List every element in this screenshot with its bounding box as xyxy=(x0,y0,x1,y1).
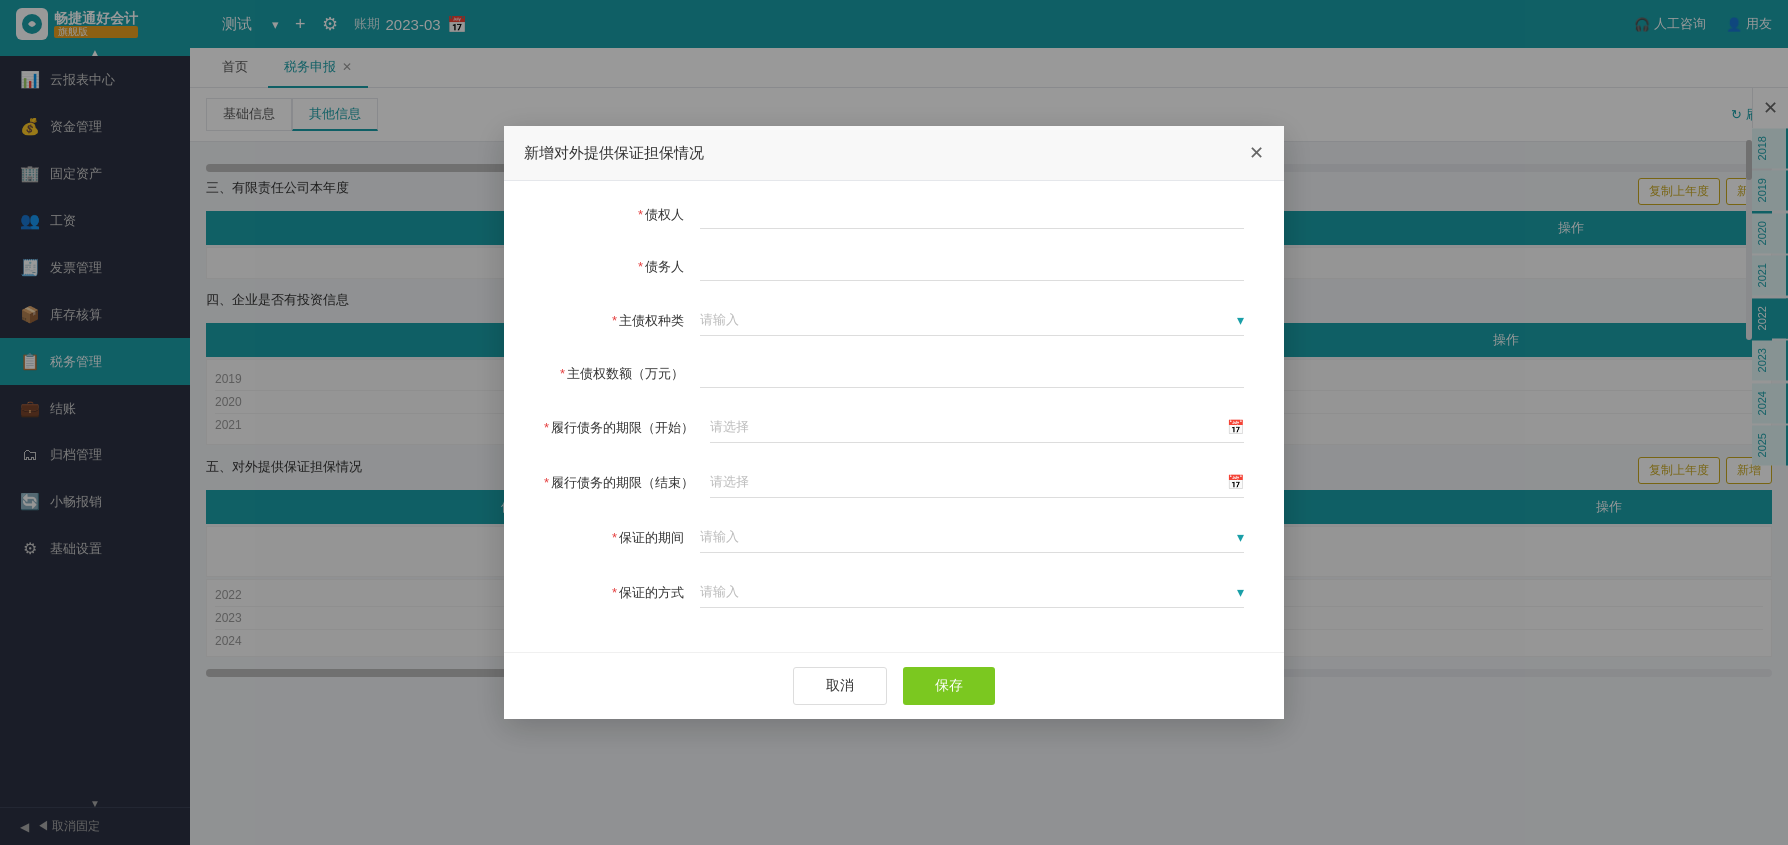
guarantee-method-label: *保证的方式 xyxy=(544,584,684,602)
claim-type-placeholder: 请输入 xyxy=(700,311,739,329)
debt-start-label: *履行债务的期限（开始） xyxy=(544,419,694,437)
dialog-title: 新增对外提供保证担保情况 xyxy=(524,144,704,163)
required-mark: * xyxy=(612,313,617,328)
form-row-claim-type: *主债权种类 请输入 ▾ xyxy=(544,305,1244,336)
dialog-header: 新增对外提供保证担保情况 ✕ xyxy=(504,126,1284,181)
form-row-guarantee-method: *保证的方式 请输入 ▾ xyxy=(544,577,1244,608)
modal-overlay[interactable]: 新增对外提供保证担保情况 ✕ *债权人 *债务人 * xyxy=(0,0,1788,845)
debt-start-picker[interactable]: 请选择 📅 xyxy=(710,412,1244,443)
creditor-label: *债权人 xyxy=(544,206,684,224)
required-mark: * xyxy=(638,259,643,274)
cancel-button[interactable]: 取消 xyxy=(793,667,887,705)
guarantee-period-placeholder: 请输入 xyxy=(700,528,739,546)
required-mark: * xyxy=(544,475,549,490)
debt-start-calendar-icon: 📅 xyxy=(1227,419,1244,435)
debt-end-placeholder: 请选择 xyxy=(710,473,749,491)
claim-type-label: *主债权种类 xyxy=(544,312,684,330)
creditor-input[interactable] xyxy=(700,201,1244,229)
debt-end-label: *履行债务的期限（结束） xyxy=(544,474,694,492)
form-row-debtor: *债务人 xyxy=(544,253,1244,281)
save-button[interactable]: 保存 xyxy=(903,667,995,705)
dialog-footer: 取消 保存 xyxy=(504,652,1284,719)
dialog-body: *债权人 *债务人 *主债权种类 请输入 ▾ xyxy=(504,181,1284,652)
claim-amount-label: *主债权数额（万元） xyxy=(544,365,684,383)
required-mark: * xyxy=(612,585,617,600)
guarantee-method-placeholder: 请输入 xyxy=(700,583,739,601)
guarantee-period-select[interactable]: 请输入 ▾ xyxy=(700,522,1244,553)
debt-end-calendar-icon: 📅 xyxy=(1227,474,1244,490)
form-row-creditor: *债权人 xyxy=(544,201,1244,229)
form-row-claim-amount: *主债权数额（万元） xyxy=(544,360,1244,388)
claim-type-chevron-icon: ▾ xyxy=(1237,312,1244,328)
claim-type-select[interactable]: 请输入 ▾ xyxy=(700,305,1244,336)
debtor-input[interactable] xyxy=(700,253,1244,281)
form-row-guarantee-period: *保证的期间 请输入 ▾ xyxy=(544,522,1244,553)
guarantee-period-chevron-icon: ▾ xyxy=(1237,529,1244,545)
required-mark: * xyxy=(638,207,643,222)
required-mark: * xyxy=(544,420,549,435)
debt-start-placeholder: 请选择 xyxy=(710,418,749,436)
required-mark: * xyxy=(612,530,617,545)
form-row-debt-start: *履行债务的期限（开始） 请选择 📅 xyxy=(544,412,1244,443)
guarantee-method-chevron-icon: ▾ xyxy=(1237,584,1244,600)
required-mark: * xyxy=(560,366,565,381)
guarantee-method-select[interactable]: 请输入 ▾ xyxy=(700,577,1244,608)
claim-amount-input[interactable] xyxy=(700,360,1244,388)
dialog-close-button[interactable]: ✕ xyxy=(1249,142,1264,164)
debtor-label: *债务人 xyxy=(544,258,684,276)
form-row-debt-end: *履行债务的期限（结束） 请选择 📅 xyxy=(544,467,1244,498)
guarantee-period-label: *保证的期间 xyxy=(544,529,684,547)
dialog: 新增对外提供保证担保情况 ✕ *债权人 *债务人 * xyxy=(504,126,1284,719)
debt-end-picker[interactable]: 请选择 📅 xyxy=(710,467,1244,498)
